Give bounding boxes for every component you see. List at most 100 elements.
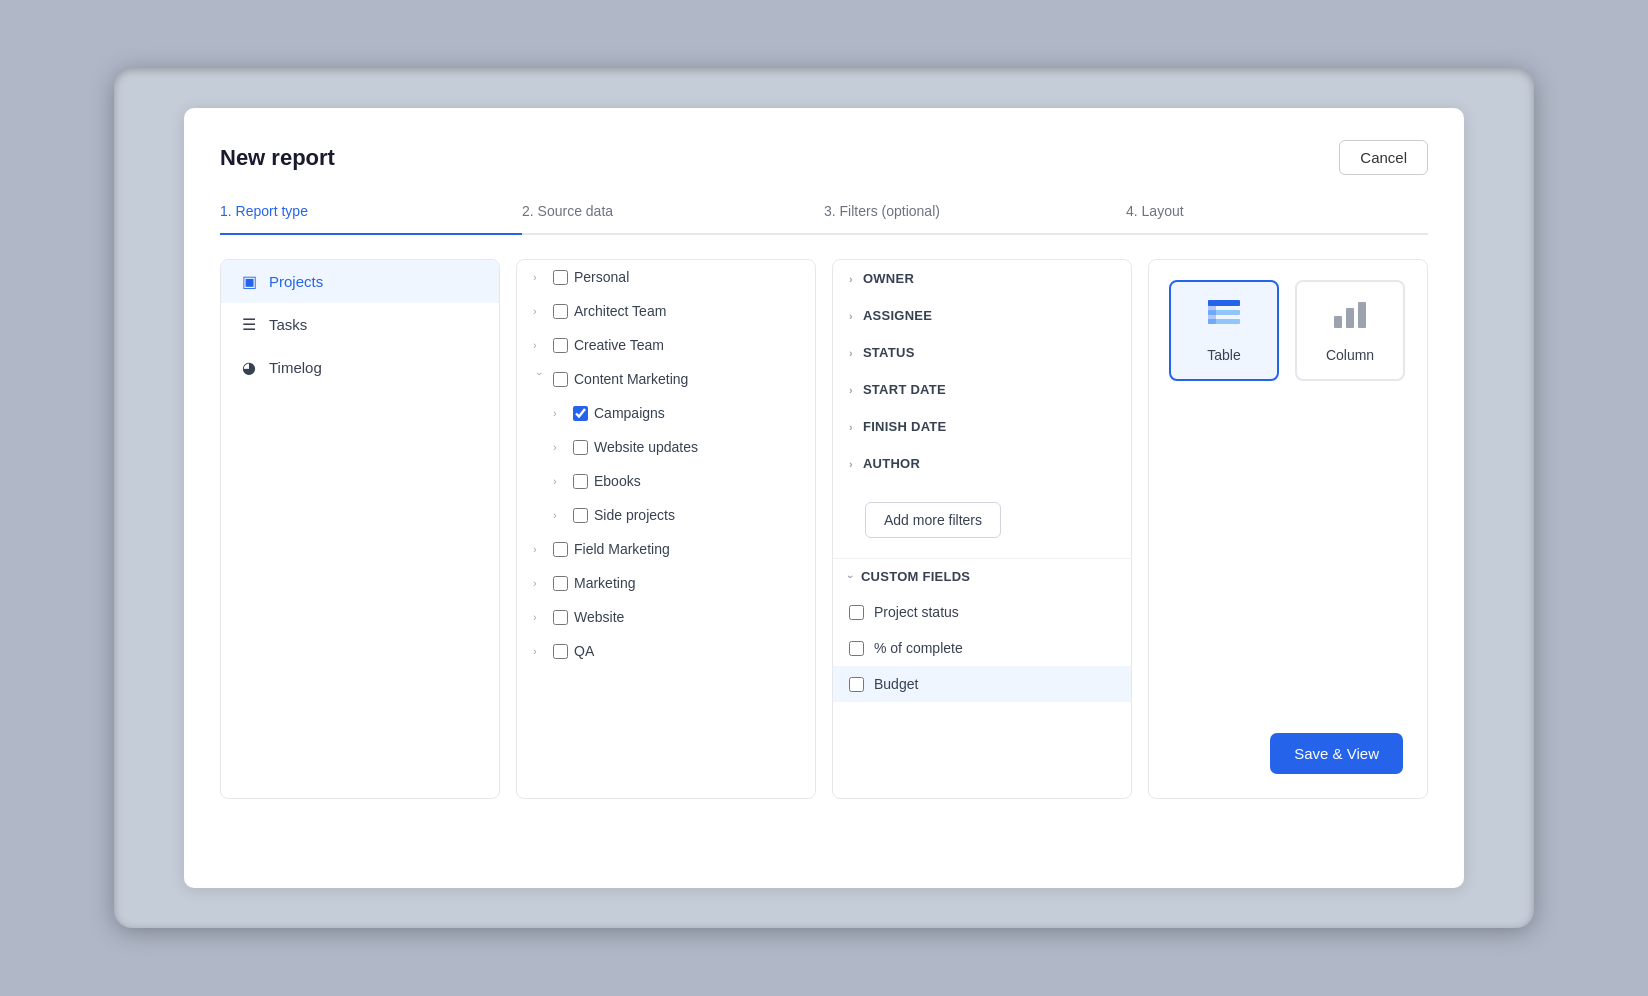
tree-label-creative-team: Creative Team — [574, 337, 664, 353]
checkbox-content-marketing[interactable] — [553, 372, 568, 387]
chevron-field-marketing: › — [533, 543, 547, 555]
filter-status[interactable]: › STATUS — [833, 334, 1131, 371]
step-filters[interactable]: 3. Filters (optional) — [824, 203, 1126, 233]
chevron-side-projects: › — [553, 509, 567, 521]
tree-item-qa[interactable]: › QA — [517, 634, 815, 668]
layout-card-table[interactable]: Table — [1169, 280, 1279, 381]
filter-status-label: STATUS — [863, 345, 915, 360]
custom-field-budget[interactable]: Budget — [833, 666, 1131, 702]
checkbox-marketing[interactable] — [553, 576, 568, 591]
tree-label-qa: QA — [574, 643, 594, 659]
chevron-ebooks: › — [553, 475, 567, 487]
chevron-owner: › — [849, 273, 853, 285]
layout-options: Table Column — [1169, 280, 1407, 381]
svg-rect-6 — [1358, 302, 1366, 328]
svg-rect-4 — [1334, 316, 1342, 328]
custom-fields-header[interactable]: › CUSTOM FIELDS — [833, 559, 1131, 594]
filter-finish-date-label: FINISH DATE — [863, 419, 947, 434]
tree-label-campaigns: Campaigns — [594, 405, 665, 421]
tree-label-ebooks: Ebooks — [594, 473, 641, 489]
custom-field-budget-label: Budget — [874, 676, 918, 692]
chevron-content-marketing: › — [534, 372, 546, 386]
filter-owner[interactable]: › OWNER — [833, 260, 1131, 297]
checkbox-budget[interactable] — [849, 677, 864, 692]
tree-label-website-updates: Website updates — [594, 439, 698, 455]
tree-item-content-marketing[interactable]: › Content Marketing — [517, 362, 815, 396]
step-source-data[interactable]: 2. Source data — [522, 203, 824, 233]
filter-owner-label: OWNER — [863, 271, 914, 286]
checkbox-campaigns[interactable] — [573, 406, 588, 421]
custom-field-project-status[interactable]: Project status — [833, 594, 1131, 630]
checkbox-project-status[interactable] — [849, 605, 864, 620]
filter-start-date[interactable]: › START DATE — [833, 371, 1131, 408]
tree-item-side-projects[interactable]: › Side projects — [517, 498, 815, 532]
chevron-creative-team: › — [533, 339, 547, 351]
checkbox-architect-team[interactable] — [553, 304, 568, 319]
modal-title: New report — [220, 145, 335, 171]
tree-item-ebooks[interactable]: › Ebooks — [517, 464, 815, 498]
save-view-button[interactable]: Save & View — [1270, 733, 1403, 774]
source-item-projects[interactable]: ▣ Projects — [221, 260, 499, 303]
chevron-website-updates: › — [553, 441, 567, 453]
source-item-timelog[interactable]: ◕ Timelog — [221, 346, 499, 389]
table-icon — [1206, 298, 1242, 337]
tree-item-website-updates[interactable]: › Website updates — [517, 430, 815, 464]
checkbox-personal[interactable] — [553, 270, 568, 285]
tree-item-website[interactable]: › Website — [517, 600, 815, 634]
chevron-author: › — [849, 458, 853, 470]
chevron-status: › — [849, 347, 853, 359]
tree-label-website: Website — [574, 609, 624, 625]
modal-header: New report Cancel — [220, 140, 1428, 175]
filter-assignee-label: ASSIGNEE — [863, 308, 932, 323]
filter-author[interactable]: › AUTHOR — [833, 445, 1131, 482]
cancel-button[interactable]: Cancel — [1339, 140, 1428, 175]
tree-item-creative-team[interactable]: › Creative Team — [517, 328, 815, 362]
source-item-tasks-label: Tasks — [269, 316, 307, 333]
filters-panel: › OWNER › ASSIGNEE › STATUS › START DATE… — [832, 259, 1132, 799]
source-item-tasks[interactable]: ☰ Tasks — [221, 303, 499, 346]
layout-card-column[interactable]: Column — [1295, 280, 1405, 381]
tree-panel: › Personal › Architect Team › Creative T… — [516, 259, 816, 799]
tree-item-architect-team[interactable]: › Architect Team — [517, 294, 815, 328]
projects-icon: ▣ — [239, 272, 259, 291]
checkbox-website[interactable] — [553, 610, 568, 625]
tree-label-content-marketing: Content Marketing — [574, 371, 688, 387]
source-item-timelog-label: Timelog — [269, 359, 322, 376]
checkbox-website-updates[interactable] — [573, 440, 588, 455]
tree-item-campaigns[interactable]: › Campaigns — [517, 396, 815, 430]
chevron-architect-team: › — [533, 305, 547, 317]
chevron-finish-date: › — [849, 421, 853, 433]
filter-finish-date[interactable]: › FINISH DATE — [833, 408, 1131, 445]
tree-label-marketing: Marketing — [574, 575, 635, 591]
filter-assignee[interactable]: › ASSIGNEE — [833, 297, 1131, 334]
tree-label-field-marketing: Field Marketing — [574, 541, 670, 557]
layout-panel: Table Column Save & — [1148, 259, 1428, 799]
add-filters-button[interactable]: Add more filters — [865, 502, 1001, 538]
tree-item-marketing[interactable]: › Marketing — [517, 566, 815, 600]
checkbox-pct-complete[interactable] — [849, 641, 864, 656]
step-layout[interactable]: 4. Layout — [1126, 203, 1428, 233]
outer-frame: New report Cancel 1. Report type 2. Sour… — [114, 68, 1534, 928]
chevron-custom-fields: › — [845, 575, 857, 579]
tree-label-architect-team: Architect Team — [574, 303, 666, 319]
tree-item-personal[interactable]: › Personal — [517, 260, 815, 294]
column-icon — [1332, 298, 1368, 337]
checkbox-side-projects[interactable] — [573, 508, 588, 523]
chevron-marketing: › — [533, 577, 547, 589]
custom-field-pct-complete-label: % of complete — [874, 640, 963, 656]
content-area: ▣ Projects ☰ Tasks ◕ Timelog › Per — [220, 259, 1428, 799]
checkbox-qa[interactable] — [553, 644, 568, 659]
custom-field-project-status-label: Project status — [874, 604, 959, 620]
layout-column-label: Column — [1326, 347, 1374, 363]
chevron-start-date: › — [849, 384, 853, 396]
steps-bar: 1. Report type 2. Source data 3. Filters… — [220, 203, 1428, 235]
checkbox-creative-team[interactable] — [553, 338, 568, 353]
checkbox-ebooks[interactable] — [573, 474, 588, 489]
step-report-type[interactable]: 1. Report type — [220, 203, 522, 233]
checkbox-field-marketing[interactable] — [553, 542, 568, 557]
custom-field-pct-complete[interactable]: % of complete — [833, 630, 1131, 666]
svg-rect-3 — [1208, 300, 1216, 324]
tree-item-field-marketing[interactable]: › Field Marketing — [517, 532, 815, 566]
source-item-projects-label: Projects — [269, 273, 323, 290]
chevron-personal: › — [533, 271, 547, 283]
